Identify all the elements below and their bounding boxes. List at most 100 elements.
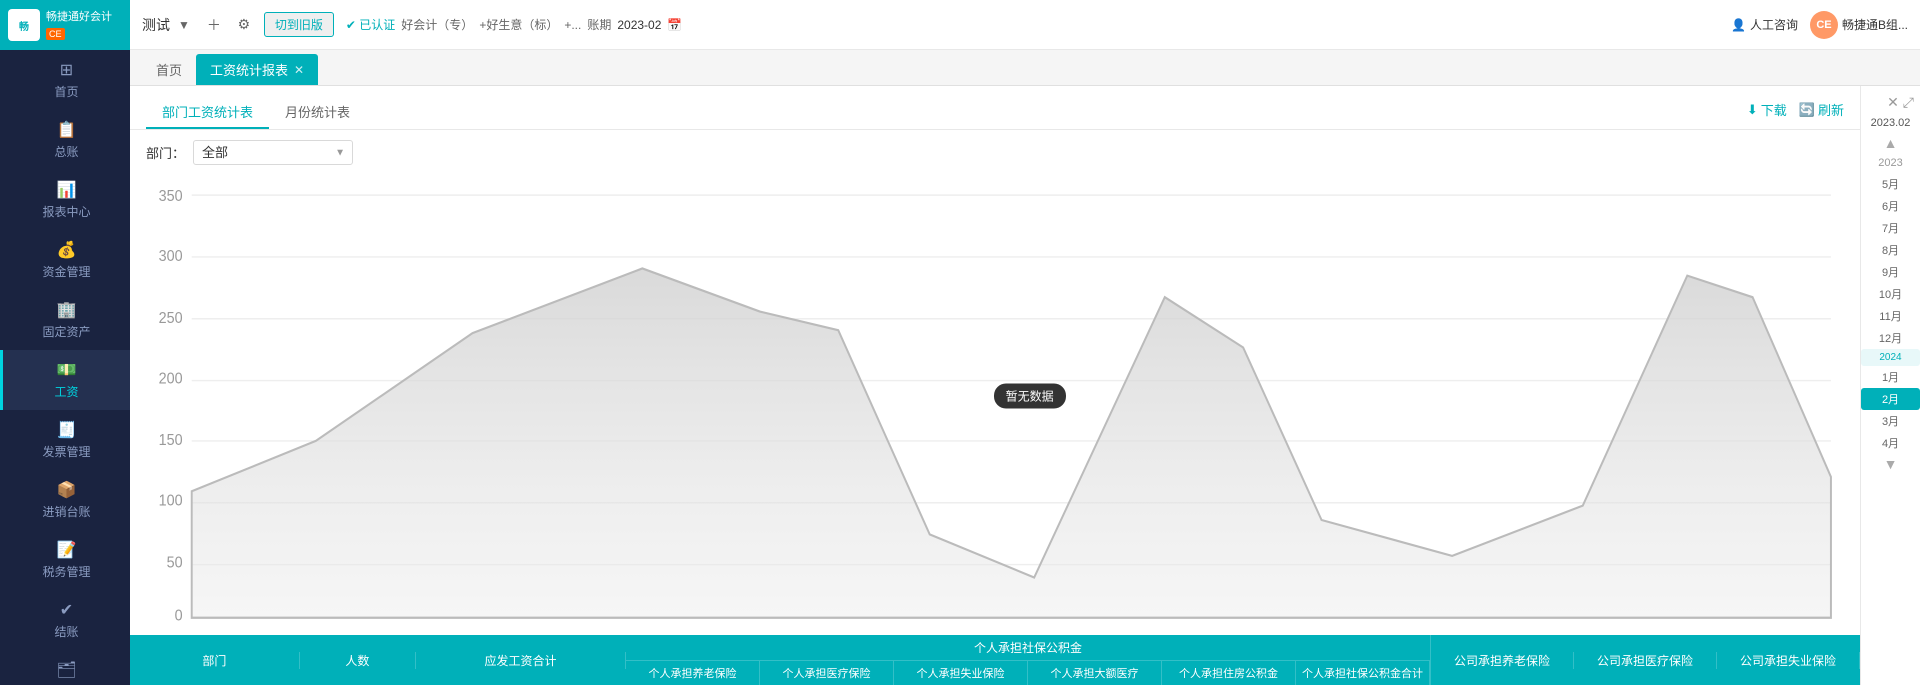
subtabs: 部门工资统计表 月份统计表	[146, 96, 366, 129]
user-menu[interactable]: CE 畅捷通B组...	[1810, 11, 1908, 39]
col-group-personal-children: 个人承担养老保险个人承担医疗保险个人承担失业保险个人承担大额医疗个人承担住房公积…	[626, 661, 1430, 685]
col-group-personal-title: 个人承担社保公积金	[626, 635, 1430, 661]
nav-icon-ledger: 📋	[57, 120, 77, 140]
scroll-up-icon[interactable]: ▲	[1882, 133, 1900, 153]
status-business: +好生意（标）	[479, 16, 558, 33]
sidebar-item-ledger[interactable]: 📋 总账	[0, 110, 130, 170]
year-2024-badge: 2024	[1861, 349, 1920, 366]
month-2023-9月[interactable]: 9月	[1861, 261, 1920, 283]
tab-home[interactable]: 首页	[142, 54, 196, 85]
month-2023-7月[interactable]: 7月	[1861, 217, 1920, 239]
period-value: 2023-02	[617, 18, 661, 32]
sidebar-item-home[interactable]: ⊞ 首页	[0, 50, 130, 110]
scroll-down-icon[interactable]: ▼	[1882, 454, 1900, 474]
svg-text:200: 200	[159, 370, 183, 388]
logo-icon: 畅	[8, 9, 40, 41]
nav-icon-archive: 🗂	[56, 660, 76, 680]
svg-text:0: 0	[175, 607, 183, 625]
col-salary: 应发工资合计	[416, 652, 626, 669]
filter-dept-select-wrap: 全部 销售部 财务部 人事部 技术部 ▼	[193, 140, 353, 165]
sidebar-item-reports[interactable]: 📊 报表中心	[0, 170, 130, 230]
sidebar-item-sales[interactable]: 📦 进销台账	[0, 470, 130, 530]
status-good: 好会计（专）	[401, 16, 473, 33]
subtab-monthly[interactable]: 月份统计表	[269, 96, 366, 129]
col-personal-0: 个人承担养老保险	[626, 661, 760, 685]
refresh-label: 刷新	[1818, 100, 1844, 119]
filter-dept-select[interactable]: 全部 销售部 财务部 人事部 技术部	[193, 140, 353, 165]
sidebar-item-settlement[interactable]: ✔ 结账	[0, 590, 130, 650]
date-display: 2023.02	[1871, 117, 1911, 129]
svg-text:50: 50	[167, 554, 183, 572]
nav-icon-assets: 🏢	[57, 300, 77, 320]
year-2024-wrap: 2024	[1861, 349, 1920, 366]
area-chart: 350 300 250 200 150 100 50 0	[146, 175, 1844, 635]
month-2023-11月[interactable]: 11月	[1861, 305, 1920, 327]
month-2024-3月[interactable]: 3月	[1861, 410, 1920, 432]
month-2024-1月[interactable]: 1月	[1861, 366, 1920, 388]
tab-payroll-report[interactable]: 工资统计报表 ✕	[196, 54, 318, 85]
sidebar-item-funds[interactable]: 💰 资金管理	[0, 230, 130, 290]
month-2024-2月[interactable]: 2月	[1861, 388, 1920, 410]
content-area: 部门工资统计表 月份统计表 ⬇ 下载 🔄 刷新	[130, 86, 1920, 685]
topbar-title: 测试	[142, 15, 170, 35]
nav-icon-funds: 💰	[57, 240, 77, 260]
nav-label-home: 首页	[54, 83, 78, 100]
ai-consult-button[interactable]: 👤 人工咨询	[1731, 16, 1798, 33]
svg-text:100: 100	[159, 492, 183, 510]
month-2023-12月[interactable]: 12月	[1861, 327, 1920, 349]
month-2023-5月[interactable]: 5月	[1861, 173, 1920, 195]
tab-close-icon[interactable]: ✕	[294, 63, 304, 77]
topbar-settings-btn[interactable]: ⚙	[232, 13, 256, 37]
app-logo: 畅 畅捷通好会计 CE	[0, 0, 130, 50]
period-label: 账期	[587, 16, 611, 33]
col-group-personal: 个人承担社保公积金 个人承担养老保险个人承担医疗保险个人承担失业保险个人承担大额…	[626, 635, 1431, 685]
col-company-unemployment: 公司承担失业保险	[1717, 652, 1860, 669]
switch-version-button[interactable]: 切到旧版	[264, 12, 334, 37]
ai-label: 人工咨询	[1750, 16, 1798, 33]
nav-label-settlement: 结账	[54, 623, 78, 640]
user-name: 畅捷通B组...	[1842, 16, 1908, 33]
col-personal-4: 个人承担住房公积金	[1162, 661, 1296, 685]
nav-label-assets: 固定资产	[42, 323, 90, 340]
calendar-icon[interactable]: 📅	[667, 18, 682, 32]
user-avatar: CE	[1810, 11, 1838, 39]
right-panel: ✕ ⤢ 2023.02 ▲ 2023 5月6月7月8月9月10月11月12月202…	[1860, 86, 1920, 685]
col-personal-3: 个人承担大额医疗	[1028, 661, 1162, 685]
download-button[interactable]: ⬇ 下载	[1747, 100, 1787, 119]
topbar: 测试 ▼ ＋ ⚙ 切到旧版 ✔ 已认证 好会计（专） +好生意（标） +... …	[130, 0, 1920, 50]
topbar-right: 👤 人工咨询 CE 畅捷通B组...	[1731, 11, 1908, 39]
refresh-button[interactable]: 🔄 刷新	[1799, 100, 1844, 119]
subtab-dept[interactable]: 部门工资统计表	[146, 96, 269, 129]
svg-text:250: 250	[159, 309, 183, 327]
subtab-monthly-label: 月份统计表	[285, 105, 350, 120]
sidebar-item-payroll[interactable]: 💵 工资	[0, 350, 130, 410]
month-2023-10月[interactable]: 10月	[1861, 283, 1920, 305]
subtab-dept-label: 部门工资统计表	[162, 105, 253, 120]
month-2024-4月[interactable]: 4月	[1861, 432, 1920, 454]
sidebar-item-assets[interactable]: 🏢 固定资产	[0, 290, 130, 350]
nav-icon-payroll: 💵	[57, 360, 77, 380]
sidebar-item-invoices[interactable]: 🧾 发票管理	[0, 410, 130, 470]
col-personal-1: 个人承担医疗保险	[760, 661, 894, 685]
topbar-dropdown-arrow[interactable]: ▼	[178, 18, 190, 32]
sidebar-item-archive[interactable]: 🗂 归档管理	[0, 650, 130, 685]
expand-panel-icon[interactable]: ⤢	[1903, 94, 1914, 111]
topbar-add-btn[interactable]: ＋	[202, 13, 226, 37]
year-2023: 2023	[1878, 157, 1902, 169]
nav-icon-settlement: ✔	[60, 600, 73, 620]
main-area: 测试 ▼ ＋ ⚙ 切到旧版 ✔ 已认证 好会计（专） +好生意（标） +... …	[130, 0, 1920, 685]
col-personal-5: 个人承担社保公积金合计	[1296, 661, 1430, 685]
nav-label-reports: 报表中心	[42, 203, 90, 220]
sidebar-item-tax[interactable]: 📝 税务管理	[0, 530, 130, 590]
nav-label-sales: 进销台账	[42, 503, 90, 520]
subtabbar: 部门工资统计表 月份统计表 ⬇ 下载 🔄 刷新	[130, 86, 1860, 130]
sidebar-nav: ⊞ 首页 📋 总账 📊 报表中心 💰 资金管理 🏢 固定资产 💵 工资 🧾 发票…	[0, 50, 130, 685]
close-panel-icon[interactable]: ✕	[1887, 94, 1899, 111]
month-2023-6月[interactable]: 6月	[1861, 195, 1920, 217]
tabbar: 首页 工资统计报表 ✕	[130, 50, 1920, 86]
download-icon: ⬇	[1747, 102, 1758, 118]
col-count: 人数	[300, 652, 416, 669]
tab-home-label: 首页	[156, 60, 182, 79]
chart-area: 350 300 250 200 150 100 50 0	[130, 175, 1860, 635]
month-2023-8月[interactable]: 8月	[1861, 239, 1920, 261]
